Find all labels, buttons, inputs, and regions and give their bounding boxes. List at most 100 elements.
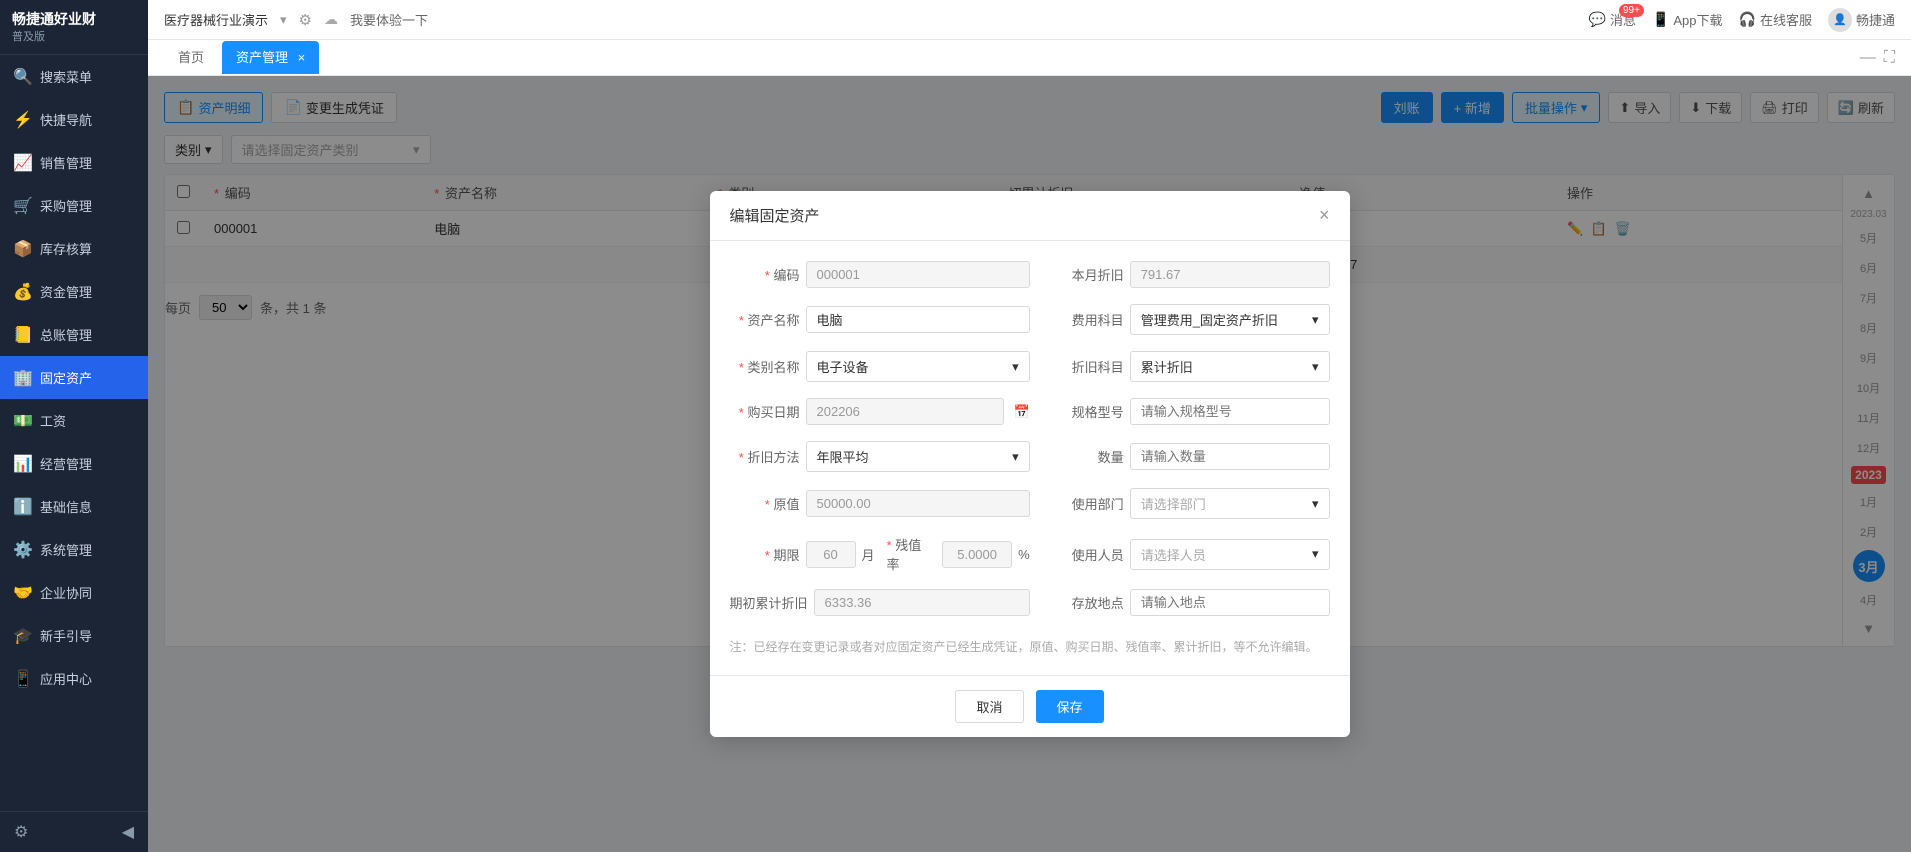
app-name: 畅捷通好业财 [12,10,136,28]
person-label: 使用人员 [1054,545,1124,564]
gear-icon[interactable]: ⚙ [299,11,312,29]
modal-title: 编辑固定资产 [730,205,820,226]
sidebar-item-appcenter[interactable]: 📱 应用中心 [0,657,148,700]
tab-asset[interactable]: 资产管理 × [222,41,319,74]
sidebar-item-enterprise[interactable]: 🤝 企业协同 [0,571,148,614]
field-asset-name: * 资产名称 [730,304,1030,335]
dep-account-label: 折旧科目 [1054,357,1124,376]
field-dep-method: * 折旧方法 年限平均 ▾ [730,441,1030,472]
period-input[interactable] [806,541,856,568]
app-download-btn[interactable]: 📱 App下载 [1652,10,1723,29]
sidebar: 畅捷通好业财 普及版 🔍 搜索菜单 ⚡ 快捷导航 📈 销售管理 🛒 采购管理 📦 [0,0,148,852]
user-name: 畅捷通 [1856,10,1895,29]
residual-rate-label: * 残值率 [887,535,931,573]
sidebar-item-label: 基础信息 [40,497,92,516]
purchase-date-label: * 购买日期 [730,402,800,421]
original-value-input[interactable] [806,490,1030,517]
sidebar-item-search[interactable]: 🔍 搜索菜单 [0,55,148,98]
field-original-value: * 原值 [730,488,1030,519]
app-edition: 普及版 [12,28,136,44]
settings-icon[interactable]: ⚙ [14,822,28,842]
cloud-icon: ☁ [324,11,338,28]
field-dep-account: 折旧科目 累计折旧 ▾ [1054,351,1330,382]
sidebar-item-label: 库存核算 [40,239,92,258]
modal-body: * 编码 本月折旧 [710,241,1350,675]
tabs-bar: 首页 资产管理 × — ⛶ [148,40,1911,76]
sidebar-item-basicinfo[interactable]: ℹ️ 基础信息 [0,485,148,528]
person-select[interactable]: 请选择人员 ▾ [1130,539,1330,570]
code-input[interactable] [806,261,1030,288]
basicinfo-icon: ℹ️ [14,498,32,516]
field-person: 使用人员 请选择人员 ▾ [1054,535,1330,573]
chevron-down-icon: ▾ [1312,496,1319,512]
sidebar-item-quicknav[interactable]: ⚡ 快捷导航 [0,98,148,141]
field-period: * 期限 月 * 残值率 [730,535,1030,573]
purchase-date-input[interactable] [806,398,1004,425]
sidebar-item-newguide[interactable]: 🎓 新手引导 [0,614,148,657]
asset-name-input[interactable] [806,306,1030,333]
sidebar-item-wage[interactable]: 💵 工资 [0,399,148,442]
sidebar-item-label: 系统管理 [40,540,92,559]
field-quantity: 数量 [1054,441,1330,472]
dept-select[interactable]: 请选择部门 ▾ [1130,488,1330,519]
dept-label: 使用部门 [1054,494,1124,513]
avatar: 👤 [1828,8,1852,32]
user-area[interactable]: 👤 畅捷通 [1828,8,1895,32]
sidebar-item-operations[interactable]: 📊 经营管理 [0,442,148,485]
online-service-btn[interactable]: 🎧 在线客服 [1739,10,1812,29]
ledger-icon: 📒 [14,326,32,344]
collapse-icon[interactable]: ◀ [122,822,134,842]
spec-input[interactable] [1130,398,1330,425]
period-row: 月 * 残值率 % [806,535,1030,573]
tab-home-label: 首页 [178,50,204,65]
category-select-input[interactable]: 电子设备 ▾ [806,351,1030,382]
topbar: 医疗器械行业演示 ▾ ⚙ ☁ 我要体验一下 💬 消息 99+ 📱 App下载 🎧… [148,0,1911,40]
sidebar-item-ledger[interactable]: 📒 总账管理 [0,313,148,356]
app-logo: 畅捷通好业财 普及版 [0,0,148,55]
sidebar-item-purchase[interactable]: 🛒 采购管理 [0,184,148,227]
form-note: 注：已经存在变更记录或者对应固定资产已经生成凭证，原值、购买日期、残值率、累计折… [730,638,1330,655]
expense-account-label: 费用科目 [1054,310,1124,329]
company-name: 医疗器械行业演示 [164,10,268,29]
quantity-input[interactable] [1130,443,1330,470]
field-expense-account: 费用科目 管理费用_固定资产折旧 ▾ [1054,304,1330,335]
dep-method-select[interactable]: 年限平均 ▾ [806,441,1030,472]
sidebar-item-inventory[interactable]: 📦 库存核算 [0,227,148,270]
location-input[interactable] [1130,589,1330,616]
calendar-icon[interactable]: 📅 [1014,404,1030,420]
tab-minimize-icon[interactable]: — [1860,49,1876,67]
newguide-icon: 🎓 [14,627,32,645]
sidebar-item-label: 固定资产 [40,368,92,387]
chevron-down-icon[interactable]: ▾ [280,12,287,28]
tab-asset-label: 资产管理 [236,50,288,65]
tab-home[interactable]: 首页 [164,39,218,76]
code-label: * 编码 [730,265,800,284]
tab-close-icon[interactable]: × [298,50,306,65]
period-unit: 月 [862,545,875,564]
main-area: 医疗器械行业演示 ▾ ⚙ ☁ 我要体验一下 💬 消息 99+ 📱 App下载 🎧… [148,0,1911,852]
cancel-button[interactable]: 取消 [955,690,1023,723]
field-category: * 类别名称 电子设备 ▾ [730,351,1030,382]
dep-account-select[interactable]: 累计折旧 ▾ [1130,351,1330,382]
sidebar-item-sales[interactable]: 📈 销售管理 [0,141,148,184]
sidebar-item-capital[interactable]: 💰 资金管理 [0,270,148,313]
modal-footer: 取消 保存 [710,675,1350,737]
sidebar-item-label: 采购管理 [40,196,92,215]
period-label: * 期限 [730,545,800,564]
expense-account-select[interactable]: 管理费用_固定资产折旧 ▾ [1130,304,1330,335]
experience-text[interactable]: 我要体验一下 [350,10,428,29]
sidebar-item-system[interactable]: ⚙️ 系统管理 [0,528,148,571]
residual-pct: % [1018,547,1030,562]
tab-expand-icon[interactable]: ⛶ [1884,49,1895,67]
modal-close-btn[interactable]: × [1319,205,1330,226]
save-button[interactable]: 保存 [1036,690,1104,723]
sidebar-item-label: 工资 [40,411,66,430]
initial-dep-input[interactable] [814,589,1030,616]
monthly-dep-input [1130,261,1330,288]
quicknav-icon: ⚡ [14,111,32,129]
sidebar-item-fixedassets[interactable]: 🏢 固定资产 [0,356,148,399]
residual-rate-input[interactable] [942,541,1012,568]
message-btn[interactable]: 💬 消息 99+ [1589,10,1636,29]
chevron-down-icon: ▾ [1312,312,1319,328]
field-code: * 编码 [730,261,1030,288]
